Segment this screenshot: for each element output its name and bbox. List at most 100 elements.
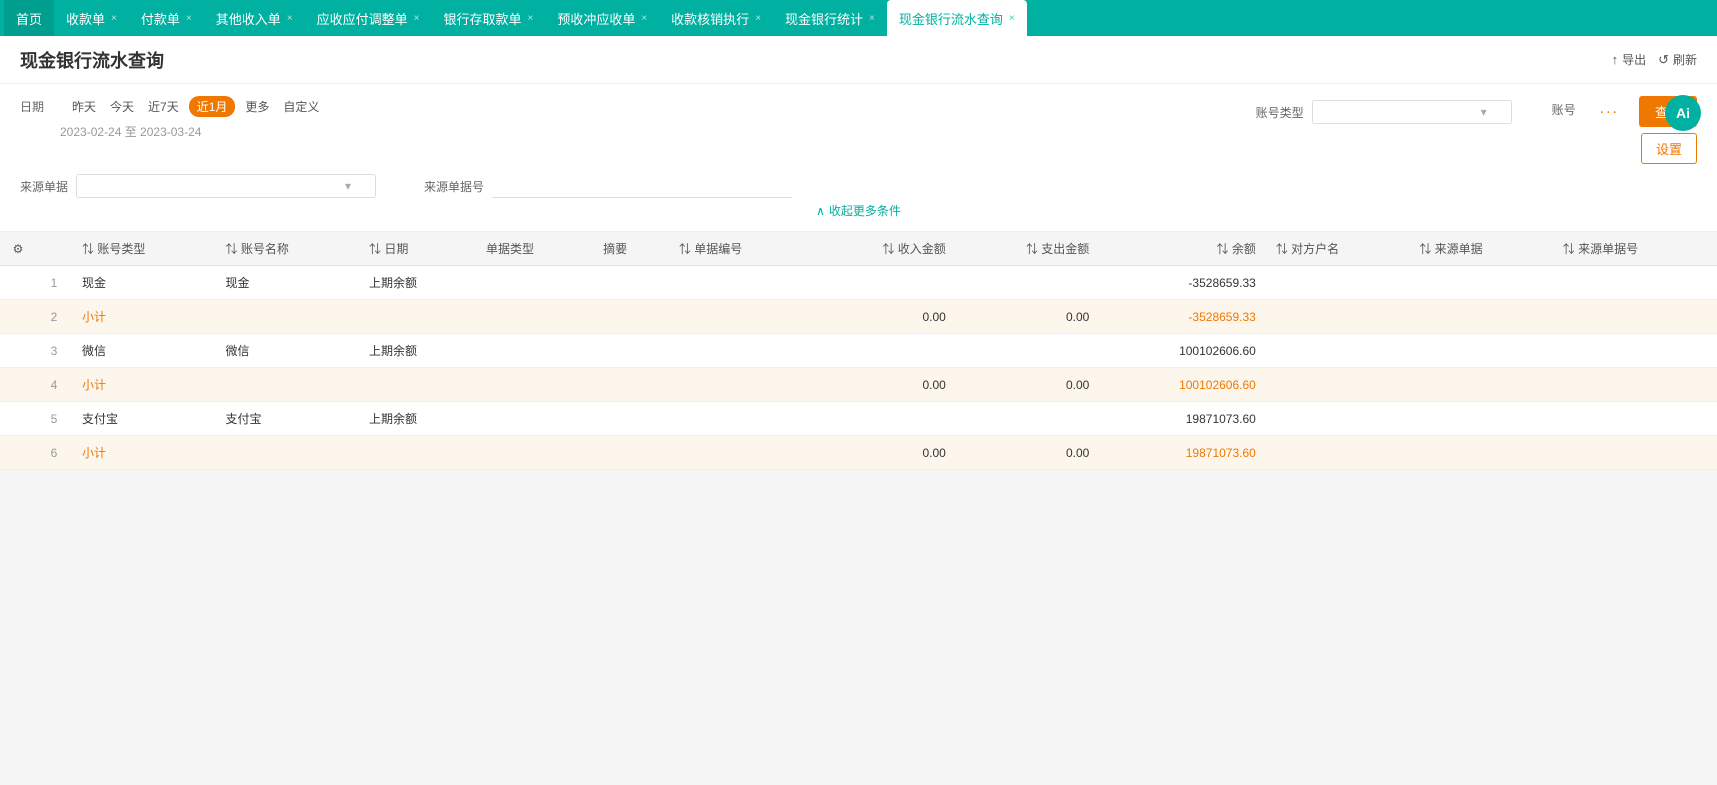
table-header-source-doc[interactable]: ⇅ 来源单据 <box>1409 232 1552 266</box>
top-navigation: 首页 收款单 × 付款单 × 其他收入单 × 应收应付调整单 × 银行存取款单 … <box>0 0 1717 36</box>
collapse-bar[interactable]: ∧ 收起更多条件 <box>20 198 1697 223</box>
table-row: 3微信微信上期余额100102606.60 <box>0 334 1717 368</box>
table-header-expense[interactable]: ⇅ 支出金额 <box>956 232 1099 266</box>
date-custom[interactable]: 自定义 <box>279 97 323 116</box>
nav-tab-bank-stats-close[interactable]: × <box>869 13 875 24</box>
row-source-doc-no <box>1553 300 1717 334</box>
table-row: 4小计0.000.00100102606.60 <box>0 368 1717 402</box>
ai-badge[interactable]: Ai <box>1665 95 1701 131</box>
header-actions: ↑ 导出 ↺ 刷新 <box>1612 51 1697 68</box>
row-counterparty <box>1266 266 1409 300</box>
row-number: 1 <box>36 266 72 300</box>
nav-tab-bank-deposit[interactable]: 银行存取款单 × <box>431 0 545 36</box>
table-header-doc-no[interactable]: ⇅ 单据编号 <box>669 232 812 266</box>
row-doc-type <box>476 436 593 470</box>
row-account-name <box>215 436 358 470</box>
nav-tab-ar-ap-adjust[interactable]: 应收应付调整单 × <box>305 0 432 36</box>
row-doc-type <box>476 300 593 334</box>
table-header-date[interactable]: ⇅ 日期 <box>359 232 476 266</box>
table-body: 1现金现金上期余额-3528659.332小计0.000.00-3528659.… <box>0 266 1717 470</box>
date-yesterday[interactable]: 昨天 <box>68 97 100 116</box>
collapse-label: 收起更多条件 <box>829 202 901 219</box>
settings-button[interactable]: 设置 <box>1641 133 1697 164</box>
row-counterparty <box>1266 334 1409 368</box>
row-number: 5 <box>36 402 72 436</box>
table-header-account-name[interactable]: ⇅ 账号名称 <box>215 232 358 266</box>
refresh-button[interactable]: ↺ 刷新 <box>1658 51 1697 68</box>
nav-tab-other-income-close[interactable]: × <box>287 13 293 24</box>
source-doc-num-label: 来源单据号 <box>424 178 484 195</box>
row-account-type: 微信 <box>72 334 215 368</box>
nav-tab-receipt[interactable]: 收款单 × <box>54 0 129 36</box>
row-doc-no <box>669 368 812 402</box>
table-header-income[interactable]: ⇅ 收入金额 <box>812 232 955 266</box>
row-income <box>812 334 955 368</box>
row-expense <box>956 402 1099 436</box>
row-expense <box>956 266 1099 300</box>
nav-tab-receipt-label: 收款单 <box>66 9 105 28</box>
nav-tab-prepay[interactable]: 预收冲应收单 × <box>545 0 659 36</box>
date-7days[interactable]: 近7天 <box>144 97 183 116</box>
table-row: 1现金现金上期余额-3528659.33 <box>0 266 1717 300</box>
source-doc-num-input[interactable] <box>492 175 792 198</box>
row-source-doc-no <box>1553 402 1717 436</box>
nav-home[interactable]: 首页 <box>4 0 54 36</box>
nav-tab-prepay-close[interactable]: × <box>641 13 647 24</box>
export-label: 导出 <box>1622 51 1646 68</box>
row-source-doc <box>1409 334 1552 368</box>
row-source-doc-no <box>1553 266 1717 300</box>
export-button[interactable]: ↑ 导出 <box>1612 51 1647 68</box>
account-type-select[interactable] <box>1312 100 1512 124</box>
nav-tab-other-income[interactable]: 其他收入单 × <box>204 0 305 36</box>
nav-tab-receipt-close[interactable]: × <box>111 13 117 24</box>
date-1month[interactable]: 近1月 <box>189 96 236 117</box>
nav-tab-bank-deposit-close[interactable]: × <box>527 13 533 24</box>
row-expense <box>956 334 1099 368</box>
nav-tab-bank-stats-label: 现金银行统计 <box>785 9 863 28</box>
row-source-doc <box>1409 436 1552 470</box>
nav-tab-ar-ap-adjust-close[interactable]: × <box>414 13 420 24</box>
row-number: 4 <box>36 368 72 402</box>
row-gear-cell <box>0 334 36 368</box>
row-balance: 100102606.60 <box>1099 368 1266 402</box>
table-header-gear[interactable]: ⚙ <box>0 232 36 266</box>
nav-tab-receipt-exec[interactable]: 收款核销执行 × <box>659 0 773 36</box>
ai-label: Ai <box>1676 105 1690 121</box>
row-doc-type <box>476 334 593 368</box>
row-account-name <box>215 300 358 334</box>
row-account-name: 现金 <box>215 266 358 300</box>
date-more[interactable]: 更多 <box>241 97 273 116</box>
table-header-account-type[interactable]: ⇅ 账号类型 <box>72 232 215 266</box>
row-income: 0.00 <box>812 300 955 334</box>
row-date <box>359 436 476 470</box>
row-account-type: 小计 <box>72 436 215 470</box>
row-summary <box>593 436 669 470</box>
nav-tab-bank-stats[interactable]: 现金银行统计 × <box>773 0 887 36</box>
nav-tab-bank-flow[interactable]: 现金银行流水查询 × <box>887 0 1027 36</box>
row-number: 2 <box>36 300 72 334</box>
table-header-summary: 摘要 <box>593 232 669 266</box>
row-doc-type <box>476 402 593 436</box>
nav-tab-payment-close[interactable]: × <box>186 13 192 24</box>
row-counterparty <box>1266 402 1409 436</box>
row-balance: 100102606.60 <box>1099 334 1266 368</box>
nav-tab-payment[interactable]: 付款单 × <box>129 0 204 36</box>
account-dots-button[interactable]: ... <box>1600 100 1619 118</box>
row-number: 6 <box>36 436 72 470</box>
nav-tab-receipt-exec-close[interactable]: × <box>755 13 761 24</box>
row-balance: -3528659.33 <box>1099 300 1266 334</box>
row-doc-no <box>669 436 812 470</box>
nav-tab-receipt-exec-label: 收款核销执行 <box>671 9 749 28</box>
row-account-type: 小计 <box>72 368 215 402</box>
row-account-name <box>215 368 358 402</box>
date-filter-label: 日期 <box>20 98 60 115</box>
table-header-balance[interactable]: ⇅ 余额 <box>1099 232 1266 266</box>
table-row: 6小计0.000.0019871073.60 <box>0 436 1717 470</box>
row-doc-no <box>669 266 812 300</box>
row-summary <box>593 368 669 402</box>
source-doc-select[interactable] <box>76 174 376 198</box>
table-header-counterparty[interactable]: ⇅ 对方户名 <box>1266 232 1409 266</box>
nav-tab-bank-flow-close[interactable]: × <box>1009 13 1015 24</box>
table-header-source-doc-no[interactable]: ⇅ 来源单据号 <box>1553 232 1717 266</box>
date-today[interactable]: 今天 <box>106 97 138 116</box>
